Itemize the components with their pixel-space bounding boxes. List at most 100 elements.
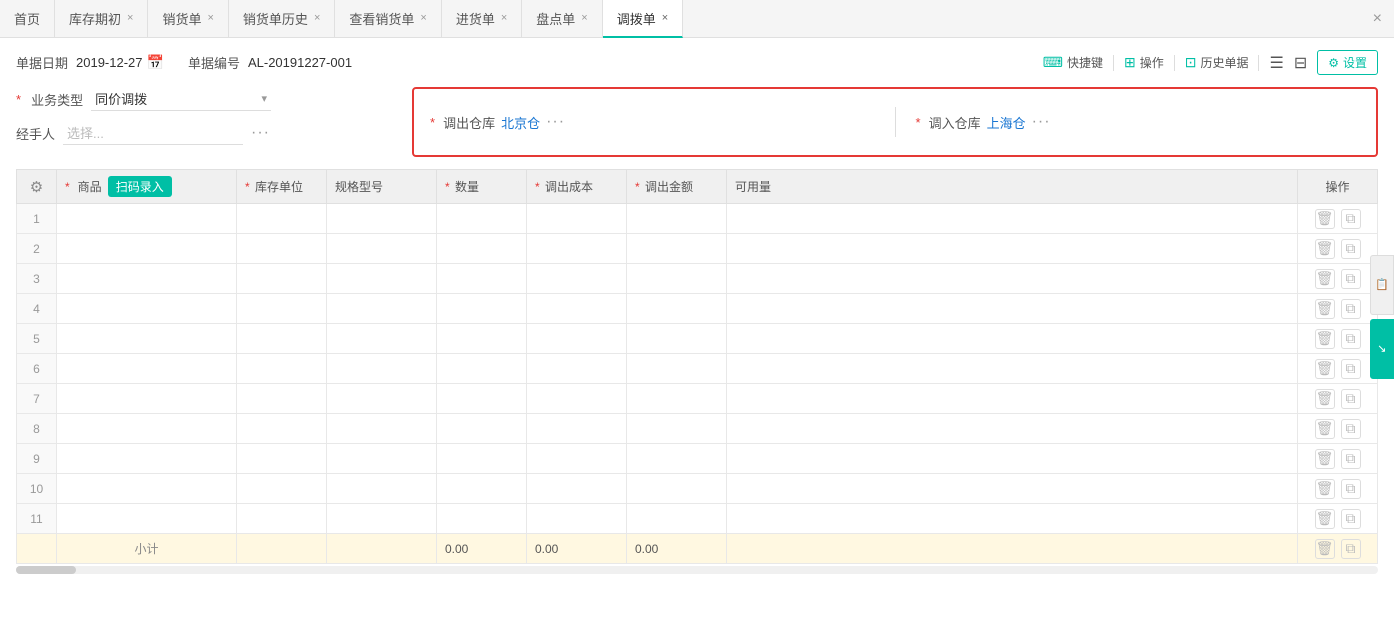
row-spec-6[interactable] [327,354,437,384]
row-product-8[interactable] [57,414,237,444]
in-warehouse-more[interactable]: ··· [1032,113,1051,131]
row-delete-icon-5[interactable]: 🗑 [1315,329,1335,349]
row-delete-icon-6[interactable]: 🗑 [1315,359,1335,379]
row-copy-icon-8[interactable]: ⧉ [1341,419,1361,439]
row-cost-2[interactable] [527,234,627,264]
row-delete-icon-7[interactable]: 🗑 [1315,389,1335,409]
row-spec-10[interactable] [327,474,437,504]
setting-button[interactable]: ⚙ 设置 [1317,50,1378,75]
row-unit-11[interactable] [237,504,327,534]
row-cost-4[interactable] [527,294,627,324]
tab-sales-history-close[interactable]: × [314,13,320,24]
row-delete-icon-11[interactable]: 🗑 [1315,509,1335,529]
row-amount-7[interactable] [627,384,727,414]
row-amount-1[interactable] [627,204,727,234]
row-qty-9[interactable] [437,444,527,474]
row-qty-4[interactable] [437,294,527,324]
row-available-2[interactable] [727,234,1298,264]
row-delete-icon-8[interactable]: 🗑 [1315,419,1335,439]
row-qty-6[interactable] [437,354,527,384]
row-qty-5[interactable] [437,324,527,354]
row-product-7[interactable] [57,384,237,414]
row-copy-icon-5[interactable]: ⧉ [1341,329,1361,349]
list-icon-btn[interactable]: ☰ [1269,53,1283,73]
row-unit-1[interactable] [237,204,327,234]
row-delete-icon-10[interactable]: 🗑 [1315,479,1335,499]
row-copy-icon-9[interactable]: ⧉ [1341,449,1361,469]
table-scroll[interactable]: ⚙ * 商品 扫码录入 * 库存单位 [16,169,1378,564]
row-available-5[interactable] [727,324,1298,354]
handler-field[interactable]: 选择... [63,121,243,145]
tab-transfer-close[interactable]: × [662,13,668,24]
row-unit-6[interactable] [237,354,327,384]
handler-more-btn[interactable]: ··· [251,124,270,142]
row-product-2[interactable] [57,234,237,264]
row-copy-icon-10[interactable]: ⧉ [1341,479,1361,499]
row-copy-icon-4[interactable]: ⧉ [1341,299,1361,319]
row-amount-5[interactable] [627,324,727,354]
row-cost-3[interactable] [527,264,627,294]
row-amount-11[interactable] [627,504,727,534]
row-qty-1[interactable] [437,204,527,234]
row-product-10[interactable] [57,474,237,504]
row-cost-10[interactable] [527,474,627,504]
tab-purchase-close[interactable]: × [501,13,507,24]
row-product-5[interactable] [57,324,237,354]
business-type-select[interactable]: 同价调拨 ▾ [91,87,271,111]
tab-view-sales[interactable]: 查看销货单 × [335,0,441,38]
row-delete-icon-1[interactable]: 🗑 [1315,209,1335,229]
row-spec-5[interactable] [327,324,437,354]
row-copy-icon-2[interactable]: ⧉ [1341,239,1361,259]
right-tab-notes[interactable]: 📋 [1370,255,1394,315]
row-available-10[interactable] [727,474,1298,504]
right-tab-expand[interactable]: ↗ [1370,319,1394,379]
shortcut-btn[interactable]: ⌨ 快捷键 [1043,54,1103,71]
tab-inventory-init[interactable]: 库存期初 × [55,0,148,38]
row-product-4[interactable] [57,294,237,324]
row-unit-5[interactable] [237,324,327,354]
row-copy-icon-6[interactable]: ⧉ [1341,359,1361,379]
row-cost-9[interactable] [527,444,627,474]
row-available-3[interactable] [727,264,1298,294]
row-amount-10[interactable] [627,474,727,504]
row-available-1[interactable] [727,204,1298,234]
row-copy-icon-11[interactable]: ⧉ [1341,509,1361,529]
subtotal-delete-icon[interactable]: 🗑 [1315,539,1335,559]
row-delete-icon-2[interactable]: 🗑 [1315,239,1335,259]
tab-sales-order-close[interactable]: × [207,13,213,24]
tab-inventory-init-close[interactable]: × [127,13,133,24]
in-warehouse-value[interactable]: 上海仓 [987,113,1026,132]
row-spec-7[interactable] [327,384,437,414]
row-amount-9[interactable] [627,444,727,474]
row-available-6[interactable] [727,354,1298,384]
row-copy-icon-1[interactable]: ⧉ [1341,209,1361,229]
calendar-icon[interactable]: 📅 [147,54,164,71]
row-cost-1[interactable] [527,204,627,234]
row-available-4[interactable] [727,294,1298,324]
table-gear-icon[interactable]: ⚙ [30,179,43,196]
tab-view-sales-close[interactable]: × [420,13,426,24]
row-available-7[interactable] [727,384,1298,414]
row-product-9[interactable] [57,444,237,474]
row-unit-8[interactable] [237,414,327,444]
tab-close-all[interactable]: × [1361,0,1394,38]
row-available-11[interactable] [727,504,1298,534]
row-delete-icon-4[interactable]: 🗑 [1315,299,1335,319]
row-qty-3[interactable] [437,264,527,294]
row-cost-11[interactable] [527,504,627,534]
row-qty-10[interactable] [437,474,527,504]
row-product-1[interactable] [57,204,237,234]
row-available-8[interactable] [727,414,1298,444]
row-qty-7[interactable] [437,384,527,414]
tab-stocktake[interactable]: 盘点单 × [522,0,602,38]
row-copy-icon-3[interactable]: ⧉ [1341,269,1361,289]
tab-sales-order[interactable]: 销货单 × [148,0,228,38]
row-amount-2[interactable] [627,234,727,264]
operation-btn[interactable]: ⊞ 操作 [1124,54,1164,71]
row-copy-icon-7[interactable]: ⧉ [1341,389,1361,409]
row-spec-4[interactable] [327,294,437,324]
out-warehouse-value[interactable]: 北京仓 [501,113,540,132]
tab-stocktake-close[interactable]: × [581,13,587,24]
row-amount-6[interactable] [627,354,727,384]
row-amount-3[interactable] [627,264,727,294]
